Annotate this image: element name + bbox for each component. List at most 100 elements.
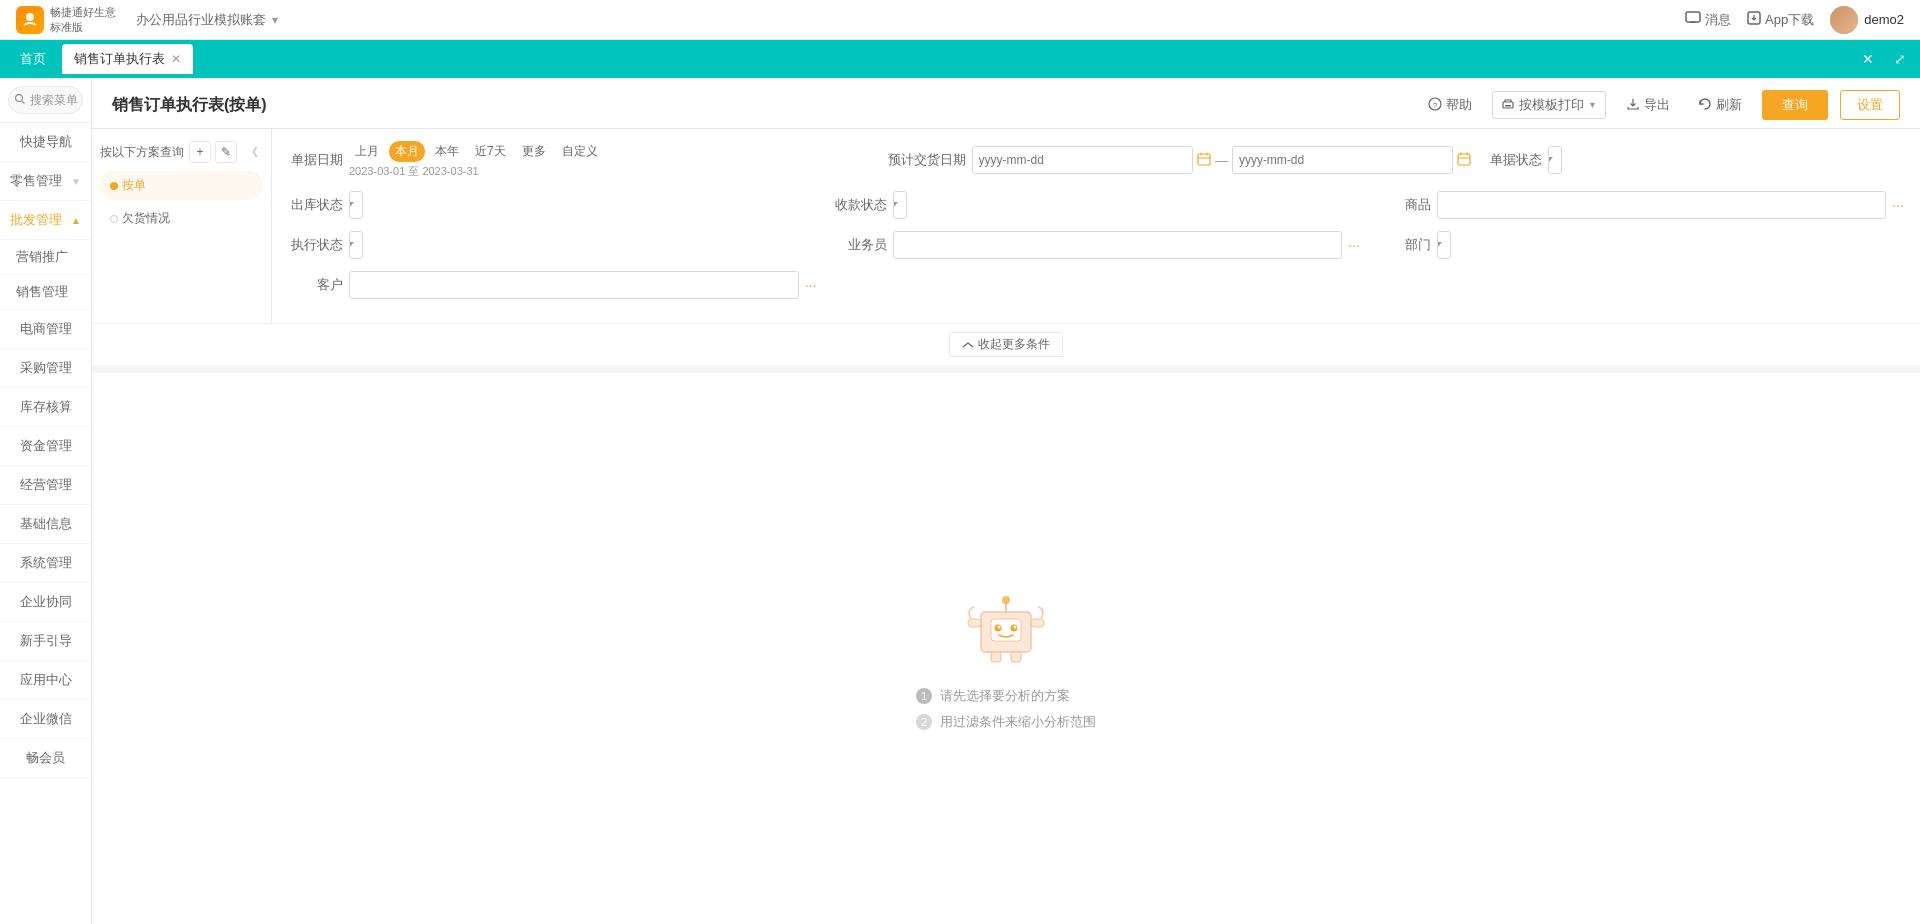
- customer-more-icon[interactable]: ···: [805, 277, 817, 293]
- tab-close-btn[interactable]: ✕: [1856, 47, 1880, 71]
- filter-customer-group: 客户 ···: [288, 271, 817, 299]
- svg-point-18: [1002, 596, 1010, 604]
- goods-more-icon[interactable]: ···: [1892, 197, 1904, 213]
- svg-rect-19: [968, 619, 981, 627]
- sidebar-item-ecommerce[interactable]: 电商管理: [0, 310, 91, 349]
- template-print-btn[interactable]: 按模板打印 ▼: [1492, 91, 1606, 119]
- collapse-scheme-btn[interactable]: 《: [241, 141, 263, 163]
- sidebar-search-label: 搜索菜单: [30, 92, 78, 109]
- sidebar-item-appstore[interactable]: 应用中心: [0, 661, 91, 700]
- wholesale-arrow-icon: ▲: [71, 215, 81, 226]
- exec-select[interactable]: [349, 231, 363, 259]
- tip-num-2: 2: [916, 714, 932, 730]
- inventory-label: 库存核算: [20, 398, 72, 416]
- date-btn-this-month[interactable]: 本月: [389, 141, 425, 162]
- sidebar-item-finance[interactable]: 资金管理: [0, 427, 91, 466]
- tab-expand-btn[interactable]: ⤢: [1888, 47, 1912, 71]
- salesman-more-icon[interactable]: ···: [1348, 237, 1360, 253]
- sidebar-item-wholesale[interactable]: 批发管理 ▲: [0, 201, 91, 240]
- sales-order-tab-label: 销售订单执行表: [74, 50, 165, 68]
- search-icon: [14, 93, 26, 108]
- date-calendar-icon-1[interactable]: [1197, 152, 1211, 169]
- home-tab-label: 首页: [20, 50, 46, 68]
- settings-button[interactable]: 设置: [1840, 90, 1900, 120]
- customer-input[interactable]: [349, 271, 799, 299]
- sidebar-item-retail[interactable]: 零售管理 ▼: [0, 162, 91, 201]
- sidebar-item-operations[interactable]: 经营管理: [0, 466, 91, 505]
- active-dot-icon: [110, 182, 118, 190]
- date-btn-last-month[interactable]: 上月: [349, 141, 385, 162]
- breadcrumb-dropdown-icon[interactable]: ▾: [272, 13, 278, 27]
- app-download-action[interactable]: App下载: [1747, 11, 1814, 29]
- content-area: 销售订单执行表(按单) ? 帮助 按模板打印 ▼: [92, 78, 1920, 924]
- date-quick-btns: 上月 本月 本年 近7天 更多 自定义: [349, 141, 872, 162]
- tab-close-icon[interactable]: ✕: [171, 52, 181, 66]
- filter-row-2: 出库状态 收款状态: [288, 191, 1904, 219]
- tab-bar-actions: ✕ ⤢: [1856, 47, 1912, 71]
- sidebar-item-member[interactable]: 畅会员: [0, 739, 91, 778]
- filter-dept-group: 部门: [1376, 231, 1904, 259]
- logo-area: 畅捷通好生意 标准版: [16, 5, 116, 34]
- scheme-item-backorder[interactable]: 欠货情况: [100, 204, 263, 233]
- svg-rect-10: [1458, 154, 1470, 165]
- sidebar-item-wecom[interactable]: 企业微信: [0, 700, 91, 739]
- svg-point-16: [1014, 625, 1017, 628]
- status-select-wrap: [1548, 146, 1904, 174]
- date-btn-more[interactable]: 更多: [516, 141, 552, 162]
- help-btn[interactable]: ? 帮助: [1420, 92, 1480, 118]
- date-btn-7days[interactable]: 近7天: [469, 141, 512, 162]
- sidebar-item-system[interactable]: 系统管理: [0, 544, 91, 583]
- add-scheme-btn[interactable]: +: [189, 141, 211, 163]
- export-btn[interactable]: 导出: [1618, 92, 1678, 118]
- dept-select[interactable]: [1437, 231, 1451, 259]
- salesman-input[interactable]: [893, 231, 1342, 259]
- message-icon: [1685, 11, 1701, 28]
- member-label: 畅会员: [26, 749, 65, 767]
- tab-home[interactable]: 首页: [8, 44, 58, 74]
- status-select[interactable]: [1548, 146, 1562, 174]
- user-area[interactable]: demo2: [1830, 6, 1904, 34]
- collapse-icon: [962, 338, 974, 352]
- refresh-btn[interactable]: 刷新: [1690, 92, 1750, 118]
- sidebar-item-enterprise[interactable]: 企业协同: [0, 583, 91, 622]
- scheme-item-per-order[interactable]: 按单: [100, 171, 263, 200]
- svg-point-3: [15, 94, 22, 101]
- header-left: 畅捷通好生意 标准版: [16, 5, 116, 34]
- svg-line-4: [21, 100, 24, 103]
- message-action[interactable]: 消息: [1685, 11, 1731, 29]
- sidebar-item-shortcuts[interactable]: 快捷导航: [0, 123, 91, 162]
- goods-input[interactable]: [1437, 191, 1886, 219]
- collapse-conditions-btn[interactable]: 收起更多条件: [949, 332, 1063, 357]
- retail-label: 零售管理: [10, 172, 62, 190]
- empty-state: 1 请先选择要分析的方案 2 用过滤条件来缩小分析范围: [92, 373, 1920, 924]
- tab-bar: 首页 销售订单执行表 ✕ ✕ ⤢: [0, 40, 1920, 78]
- sidebar-search-btn[interactable]: 搜索菜单: [8, 86, 83, 114]
- ecommerce-label: 电商管理: [20, 320, 72, 338]
- expected-date-start[interactable]: [972, 146, 1193, 174]
- app-download-label: App下载: [1765, 11, 1814, 29]
- date-btn-this-year[interactable]: 本年: [429, 141, 465, 162]
- svg-rect-1: [1686, 12, 1700, 22]
- expected-date-end[interactable]: [1232, 146, 1453, 174]
- status-label: 单据状态: [1487, 151, 1542, 169]
- date-btn-custom[interactable]: 自定义: [556, 141, 604, 162]
- sidebar-subitem-marketing[interactable]: 营销推广: [0, 240, 91, 275]
- date-calendar-icon-2[interactable]: [1457, 152, 1471, 169]
- wecom-label: 企业微信: [20, 710, 72, 728]
- sidebar-item-purchase[interactable]: 采购管理: [0, 349, 91, 388]
- outstock-select[interactable]: [349, 191, 363, 219]
- sidebar-item-newuser[interactable]: 新手引导: [0, 622, 91, 661]
- scheme-per-order-label: 按单: [122, 177, 146, 194]
- empty-tips: 1 请先选择要分析的方案 2 用过滤条件来缩小分析范围: [916, 687, 1096, 731]
- filter-panel: 按以下方案查询 + ✎ 《 按单 欠货情况: [92, 129, 1920, 323]
- tip-text-1: 请先选择要分析的方案: [940, 687, 1070, 705]
- scheme-selector: 按以下方案查询 + ✎ 《 按单 欠货情况: [92, 129, 272, 323]
- sidebar-item-inventory[interactable]: 库存核算: [0, 388, 91, 427]
- filter-exec-group: 执行状态: [288, 231, 816, 259]
- query-button[interactable]: 查询: [1762, 90, 1828, 120]
- edit-scheme-btn[interactable]: ✎: [215, 141, 237, 163]
- sidebar-item-basic-info[interactable]: 基础信息: [0, 505, 91, 544]
- sidebar-subitem-sales-mgmt[interactable]: 销售管理: [0, 275, 91, 310]
- tab-sales-order[interactable]: 销售订单执行表 ✕: [62, 44, 193, 74]
- collection-select[interactable]: [893, 191, 907, 219]
